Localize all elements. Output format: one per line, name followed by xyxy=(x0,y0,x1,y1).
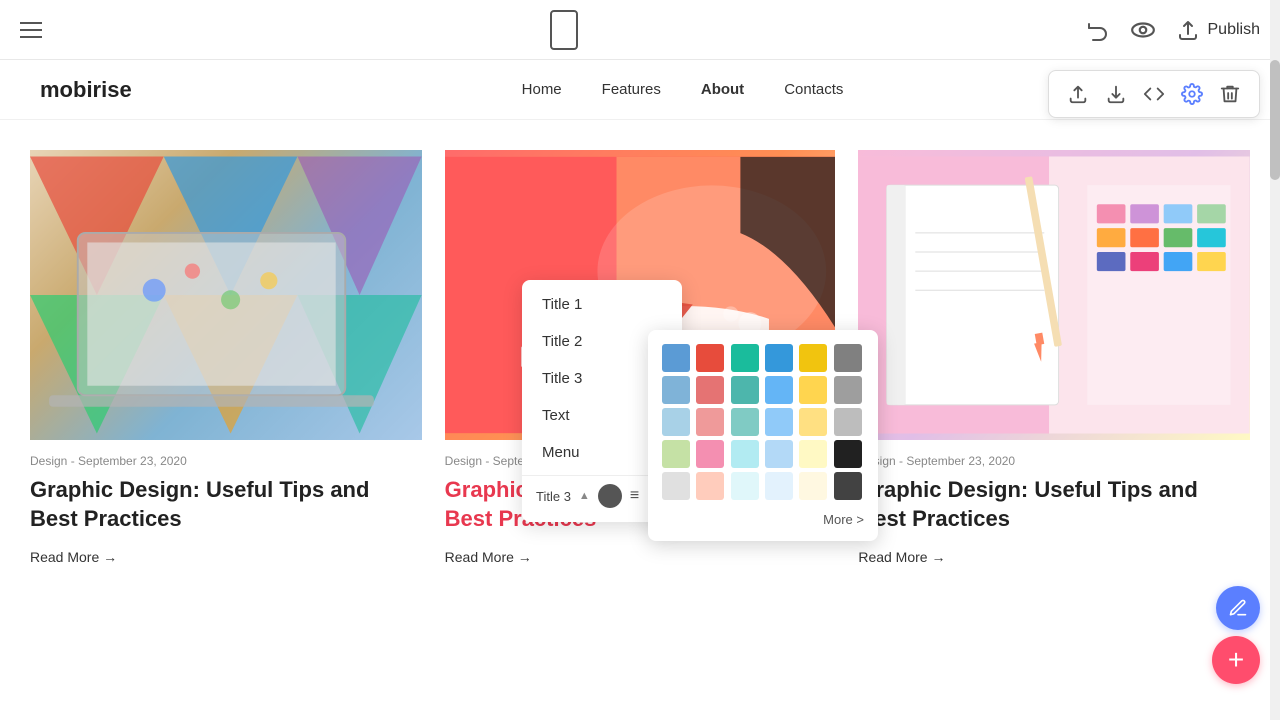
navbar-links: Home Features About Contacts xyxy=(522,81,844,98)
color-swatch-blue1[interactable] xyxy=(662,344,690,372)
download-icon-btn[interactable] xyxy=(1099,79,1133,109)
context-menu-title1[interactable]: Title 1 xyxy=(522,286,682,323)
color-swatch-cream[interactable] xyxy=(799,472,827,500)
navbar-brand: mobirise xyxy=(40,77,132,103)
nav-about[interactable]: About xyxy=(701,81,744,98)
color-swatch-blue4[interactable] xyxy=(765,376,793,404)
blog-card-1-title: Graphic Design: Useful Tips and Best Pra… xyxy=(30,476,422,533)
color-grid xyxy=(662,344,864,500)
fab-edit-button[interactable] xyxy=(1216,586,1260,630)
settings-icon-btn[interactable] xyxy=(1175,79,1209,109)
top-toolbar: Publish xyxy=(0,0,1280,60)
blog-card-3-image xyxy=(858,150,1250,440)
undo-button[interactable] xyxy=(1086,18,1110,42)
color-swatch-blue7[interactable] xyxy=(765,440,793,468)
color-swatch-red2[interactable] xyxy=(696,376,724,404)
color-swatch-blue3[interactable] xyxy=(662,376,690,404)
blog-card-3-read-more[interactable]: Read More → xyxy=(858,549,1250,565)
blog-card-1-image xyxy=(30,150,422,440)
mobile-preview-icon[interactable] xyxy=(550,10,578,50)
delete-icon-btn[interactable] xyxy=(1213,79,1247,109)
toolbar-left xyxy=(20,22,42,38)
color-swatch-yellow1[interactable] xyxy=(799,344,827,372)
blog-card-3-title: Graphic Design: Useful Tips and Best Pra… xyxy=(858,476,1250,533)
hamburger-icon xyxy=(20,22,42,38)
color-swatch-cyan2[interactable] xyxy=(731,472,759,500)
color-swatch-gray4[interactable] xyxy=(662,472,690,500)
color-swatch-yellow2[interactable] xyxy=(799,376,827,404)
color-swatch-yellow3[interactable] xyxy=(799,408,827,436)
color-swatch-teal1[interactable] xyxy=(731,344,759,372)
code-icon-btn[interactable] xyxy=(1137,79,1171,109)
nav-home[interactable]: Home xyxy=(522,81,562,98)
color-swatch-gray1[interactable] xyxy=(834,344,862,372)
color-swatch-yellow4[interactable] xyxy=(799,440,827,468)
preview-button[interactable] xyxy=(1130,17,1156,43)
color-swatch-black[interactable] xyxy=(834,440,862,468)
color-swatch-gray3[interactable] xyxy=(834,408,862,436)
color-swatch-pink1[interactable] xyxy=(696,440,724,468)
color-swatch-teal2[interactable] xyxy=(731,376,759,404)
color-picker: More > xyxy=(648,330,878,541)
blog-card-3: Design - September 23, 2020 Graphic Desi… xyxy=(843,150,1250,565)
color-more-button[interactable]: More > xyxy=(662,512,864,527)
color-swatch-darkgray[interactable] xyxy=(834,472,862,500)
blog-card-3-meta: Design - September 23, 2020 xyxy=(858,454,1250,468)
color-swatch-blue5[interactable] xyxy=(662,408,690,436)
color-swatch-peach[interactable] xyxy=(696,472,724,500)
publish-button[interactable]: Publish xyxy=(1176,18,1260,42)
color-swatch-gray2[interactable] xyxy=(834,376,862,404)
color-swatch-green1[interactable] xyxy=(662,440,690,468)
color-swatch-red1[interactable] xyxy=(696,344,724,372)
fab-add-button[interactable]: + xyxy=(1212,636,1260,684)
upload-icon-btn[interactable] xyxy=(1061,79,1095,109)
menu-button[interactable] xyxy=(20,22,42,38)
color-swatch-cyan1[interactable] xyxy=(731,440,759,468)
blog-card-1-meta: Design - September 23, 2020 xyxy=(30,454,422,468)
nav-features[interactable]: Features xyxy=(602,81,661,98)
fab-add-icon: + xyxy=(1228,646,1244,674)
blog-card-1: Design - September 23, 2020 Graphic Desi… xyxy=(30,150,437,565)
blog-card-2-read-more[interactable]: Read More → xyxy=(445,549,836,565)
color-swatch-blue2[interactable] xyxy=(765,344,793,372)
color-swatch-teal3[interactable] xyxy=(731,408,759,436)
text-align-icon[interactable]: ≡ xyxy=(630,487,639,505)
color-swatch-blue6[interactable] xyxy=(765,408,793,436)
context-menu-arrow: ▲ xyxy=(579,490,590,502)
color-swatch-blue8[interactable] xyxy=(765,472,793,500)
edit-toolbar xyxy=(1048,70,1260,118)
nav-contacts[interactable]: Contacts xyxy=(784,81,843,98)
toolbar-right: Publish xyxy=(1086,17,1260,43)
toolbar-center xyxy=(550,10,578,50)
publish-label: Publish xyxy=(1208,21,1260,39)
context-menu-selected-label: Title 3 xyxy=(536,489,571,504)
text-color-button[interactable] xyxy=(598,484,622,508)
color-swatch-red3[interactable] xyxy=(696,408,724,436)
blog-card-1-read-more[interactable]: Read More → xyxy=(30,549,422,565)
